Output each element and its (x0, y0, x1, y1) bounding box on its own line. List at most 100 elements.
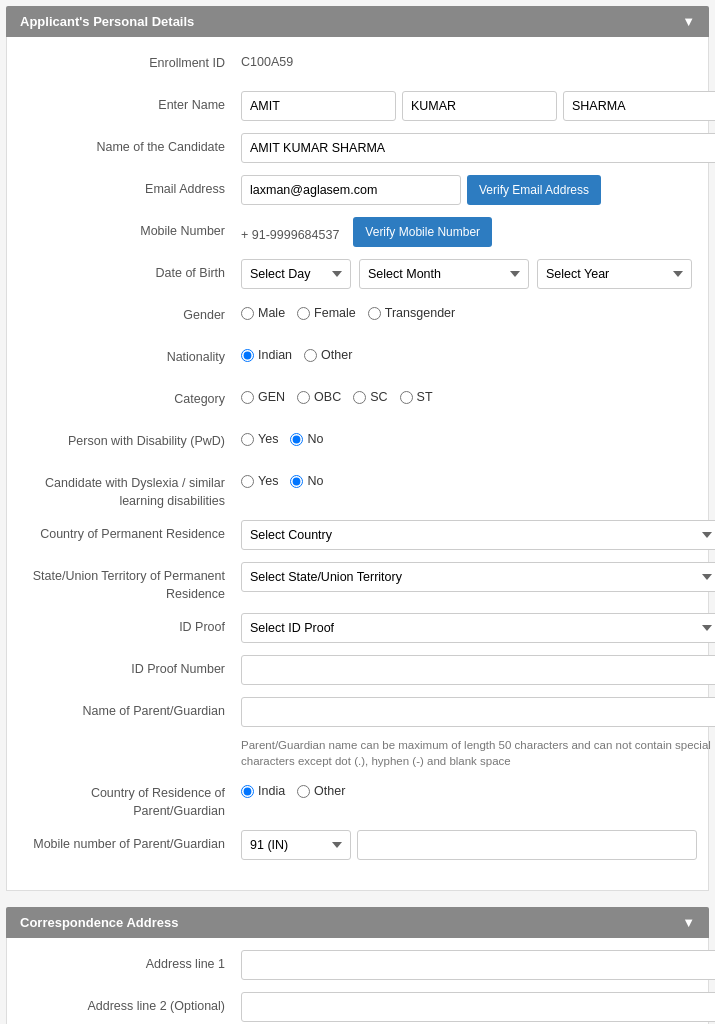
pwd-label: Person with Disability (PwD) (21, 427, 241, 451)
category-obc-label: OBC (314, 390, 341, 404)
mobile-parent-label: Mobile number of Parent/Guardian (21, 830, 241, 854)
country-perm-label: Country of Permanent Residence (21, 520, 241, 544)
nationality-other-option[interactable]: Other (304, 348, 352, 362)
gender-male-label: Male (258, 306, 285, 320)
email-input[interactable] (241, 175, 461, 205)
nationality-other-label: Other (321, 348, 352, 362)
nationality-other-radio[interactable] (304, 349, 317, 362)
correspondence-section-body: Address line 1 Address line 2 (Optional)… (6, 938, 709, 1024)
country-perm-row: Country of Permanent Residence Select Co… (21, 520, 694, 552)
id-proof-row: ID Proof Select ID Proof (21, 613, 694, 645)
enrollment-id-value: C100A59 (241, 49, 293, 69)
dyslexia-yes-option[interactable]: Yes (241, 474, 278, 488)
mobile-row: Mobile Number + 91-9999684537 Verify Mob… (21, 217, 694, 249)
pwd-no-radio[interactable] (290, 433, 303, 446)
dob-day-select[interactable]: Select Day (241, 259, 351, 289)
pwd-yes-label: Yes (258, 432, 278, 446)
dyslexia-yes-radio[interactable] (241, 475, 254, 488)
gender-female-label: Female (314, 306, 356, 320)
mobile-label: Mobile Number (21, 217, 241, 241)
country-perm-select[interactable]: Select Country (241, 520, 715, 550)
dyslexia-no-radio[interactable] (290, 475, 303, 488)
mobile-parent-prefix-select[interactable]: 91 (IN) (241, 830, 351, 860)
gender-row: Gender Male Female Transgend (21, 301, 694, 333)
gender-transgender-label: Transgender (385, 306, 455, 320)
middle-name-input[interactable] (402, 91, 557, 121)
id-proof-number-input[interactable] (241, 655, 715, 685)
dob-label: Date of Birth (21, 259, 241, 283)
mobile-parent-input[interactable] (357, 830, 697, 860)
pwd-yes-radio[interactable] (241, 433, 254, 446)
dyslexia-no-label: No (307, 474, 323, 488)
enter-name-label: Enter Name (21, 91, 241, 115)
state-perm-row: State/Union Territory of Permanent Resid… (21, 562, 694, 603)
nationality-indian-option[interactable]: Indian (241, 348, 292, 362)
gender-transgender-option[interactable]: Transgender (368, 306, 455, 320)
gender-label: Gender (21, 301, 241, 325)
candidate-name-label: Name of the Candidate (21, 133, 241, 157)
address2-row: Address line 2 (Optional) (21, 992, 694, 1024)
applicant-chevron[interactable]: ▼ (682, 14, 695, 29)
category-obc-radio[interactable] (297, 391, 310, 404)
state-perm-select[interactable]: Select State/Union Territory (241, 562, 715, 592)
enter-name-row: Enter Name (21, 91, 694, 123)
id-proof-select[interactable]: Select ID Proof (241, 613, 715, 643)
category-gen-radio[interactable] (241, 391, 254, 404)
address1-label: Address line 1 (21, 950, 241, 974)
category-sc-label: SC (370, 390, 387, 404)
email-row: Email Address Verify Email Address (21, 175, 694, 207)
country-parent-india-label: India (258, 784, 285, 798)
parent-name-label: Name of Parent/Guardian (21, 697, 241, 721)
verify-mobile-button[interactable]: Verify Mobile Number (353, 217, 492, 247)
pwd-no-option[interactable]: No (290, 432, 323, 446)
country-parent-india-option[interactable]: India (241, 784, 285, 798)
gender-male-option[interactable]: Male (241, 306, 285, 320)
category-row: Category GEN OBC SC (21, 385, 694, 417)
id-proof-number-row: ID Proof Number (21, 655, 694, 687)
nationality-label: Nationality (21, 343, 241, 367)
first-name-input[interactable] (241, 91, 396, 121)
dyslexia-no-option[interactable]: No (290, 474, 323, 488)
nationality-indian-radio[interactable] (241, 349, 254, 362)
address2-input[interactable] (241, 992, 715, 1022)
dob-month-select[interactable]: Select Month (359, 259, 529, 289)
state-perm-label: State/Union Territory of Permanent Resid… (21, 562, 241, 603)
parent-name-input[interactable] (241, 697, 715, 727)
category-sc-option[interactable]: SC (353, 390, 387, 404)
gender-female-radio[interactable] (297, 307, 310, 320)
gender-female-option[interactable]: Female (297, 306, 356, 320)
category-st-option[interactable]: ST (400, 390, 433, 404)
country-parent-row: Country of Residence of Parent/Guardian … (21, 779, 694, 820)
enrollment-id-label: Enrollment ID (21, 49, 241, 73)
country-parent-india-radio[interactable] (241, 785, 254, 798)
mobile-value: + 91-9999684537 (241, 222, 339, 242)
address1-input[interactable] (241, 950, 715, 980)
dyslexia-row: Candidate with Dyslexia / similar learni… (21, 469, 694, 510)
dob-row: Date of Birth Select Day Select Month Se… (21, 259, 694, 291)
nationality-indian-label: Indian (258, 348, 292, 362)
dyslexia-yes-label: Yes (258, 474, 278, 488)
verify-email-button[interactable]: Verify Email Address (467, 175, 601, 205)
country-parent-other-radio[interactable] (297, 785, 310, 798)
category-st-label: ST (417, 390, 433, 404)
applicant-section-body: Enrollment ID C100A59 Enter Name (6, 37, 709, 891)
category-gen-option[interactable]: GEN (241, 390, 285, 404)
candidate-name-input[interactable] (241, 133, 715, 163)
dyslexia-label: Candidate with Dyslexia / similar learni… (21, 469, 241, 510)
category-sc-radio[interactable] (353, 391, 366, 404)
parent-name-row: Name of Parent/Guardian Parent/Guardian … (21, 697, 694, 769)
id-proof-label: ID Proof (21, 613, 241, 637)
category-st-radio[interactable] (400, 391, 413, 404)
email-label: Email Address (21, 175, 241, 199)
country-parent-other-option[interactable]: Other (297, 784, 345, 798)
enrollment-id-row: Enrollment ID C100A59 (21, 49, 694, 81)
pwd-yes-option[interactable]: Yes (241, 432, 278, 446)
gender-transgender-radio[interactable] (368, 307, 381, 320)
last-name-input[interactable] (563, 91, 715, 121)
correspondence-chevron[interactable]: ▼ (682, 915, 695, 930)
gender-male-radio[interactable] (241, 307, 254, 320)
category-obc-option[interactable]: OBC (297, 390, 341, 404)
dob-year-select[interactable]: Select Year (537, 259, 692, 289)
address2-label: Address line 2 (Optional) (21, 992, 241, 1016)
applicant-section-header: Applicant's Personal Details ▼ (6, 6, 709, 37)
